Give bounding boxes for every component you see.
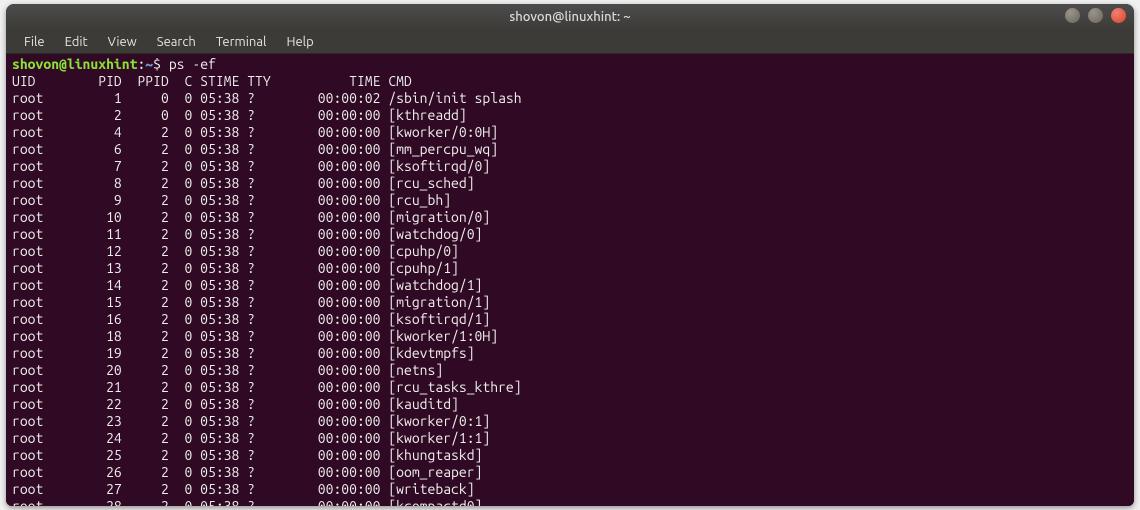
terminal-window: shovon@linuxhint: ~ File Edit View Searc… (6, 4, 1134, 506)
menu-edit[interactable]: Edit (57, 33, 96, 51)
ps-row: root 15 2 0 05:38 ? 00:00:00 [migration/… (12, 294, 1128, 311)
prompt-path: ~ (145, 56, 153, 72)
ps-row: root 20 2 0 05:38 ? 00:00:00 [netns] (12, 362, 1128, 379)
window-controls (1065, 8, 1126, 23)
window-title: shovon@linuxhint: ~ (509, 10, 630, 24)
ps-row: root 14 2 0 05:38 ? 00:00:00 [watchdog/1… (12, 277, 1128, 294)
ps-header: UID PID PPID C STIME TTY TIME CMD (12, 73, 1128, 90)
prompt-command: ps -ef (169, 56, 216, 72)
ps-row: root 8 2 0 05:38 ? 00:00:00 [rcu_sched] (12, 175, 1128, 192)
ps-row: root 11 2 0 05:38 ? 00:00:00 [watchdog/0… (12, 226, 1128, 243)
prompt-line: shovon@linuxhint:~$ ps -ef (12, 56, 1128, 73)
prompt-userhost: shovon@linuxhint (12, 56, 137, 72)
ps-row: root 1 0 0 05:38 ? 00:00:02 /sbin/init s… (12, 90, 1128, 107)
ps-row: root 10 2 0 05:38 ? 00:00:00 [migration/… (12, 209, 1128, 226)
ps-row: root 9 2 0 05:38 ? 00:00:00 [rcu_bh] (12, 192, 1128, 209)
ps-row: root 13 2 0 05:38 ? 00:00:00 [cpuhp/1] (12, 260, 1128, 277)
ps-row: root 25 2 0 05:38 ? 00:00:00 [khungtaskd… (12, 447, 1128, 464)
menu-file[interactable]: File (16, 33, 53, 51)
ps-row: root 16 2 0 05:38 ? 00:00:00 [ksoftirqd/… (12, 311, 1128, 328)
ps-row: root 12 2 0 05:38 ? 00:00:00 [cpuhp/0] (12, 243, 1128, 260)
menu-view[interactable]: View (100, 33, 145, 51)
ps-row: root 7 2 0 05:38 ? 00:00:00 [ksoftirqd/0… (12, 158, 1128, 175)
ps-row: root 2 0 0 05:38 ? 00:00:00 [kthreadd] (12, 107, 1128, 124)
menu-terminal[interactable]: Terminal (208, 33, 275, 51)
ps-row: root 4 2 0 05:38 ? 00:00:00 [kworker/0:0… (12, 124, 1128, 141)
terminal-area[interactable]: shovon@linuxhint:~$ ps -efUID PID PPID C… (6, 54, 1134, 506)
ps-row: root 22 2 0 05:38 ? 00:00:00 [kauditd] (12, 396, 1128, 413)
maximize-button[interactable] (1088, 8, 1103, 23)
minimize-button[interactable] (1065, 8, 1080, 23)
ps-row: root 28 2 0 05:38 ? 00:00:00 [kcompactd0… (12, 498, 1128, 506)
ps-row: root 24 2 0 05:38 ? 00:00:00 [kworker/1:… (12, 430, 1128, 447)
prompt-dollar: $ (153, 56, 169, 72)
titlebar: shovon@linuxhint: ~ (6, 4, 1134, 30)
ps-row: root 6 2 0 05:38 ? 00:00:00 [mm_percpu_w… (12, 141, 1128, 158)
menu-help[interactable]: Help (278, 33, 321, 51)
ps-row: root 27 2 0 05:38 ? 00:00:00 [writeback] (12, 481, 1128, 498)
ps-row: root 18 2 0 05:38 ? 00:00:00 [kworker/1:… (12, 328, 1128, 345)
ps-row: root 26 2 0 05:38 ? 00:00:00 [oom_reaper… (12, 464, 1128, 481)
ps-row: root 23 2 0 05:38 ? 00:00:00 [kworker/0:… (12, 413, 1128, 430)
close-button[interactable] (1111, 8, 1126, 23)
ps-row: root 19 2 0 05:38 ? 00:00:00 [kdevtmpfs] (12, 345, 1128, 362)
menu-search[interactable]: Search (149, 33, 204, 51)
menubar: File Edit View Search Terminal Help (6, 30, 1134, 54)
ps-row: root 21 2 0 05:38 ? 00:00:00 [rcu_tasks_… (12, 379, 1128, 396)
